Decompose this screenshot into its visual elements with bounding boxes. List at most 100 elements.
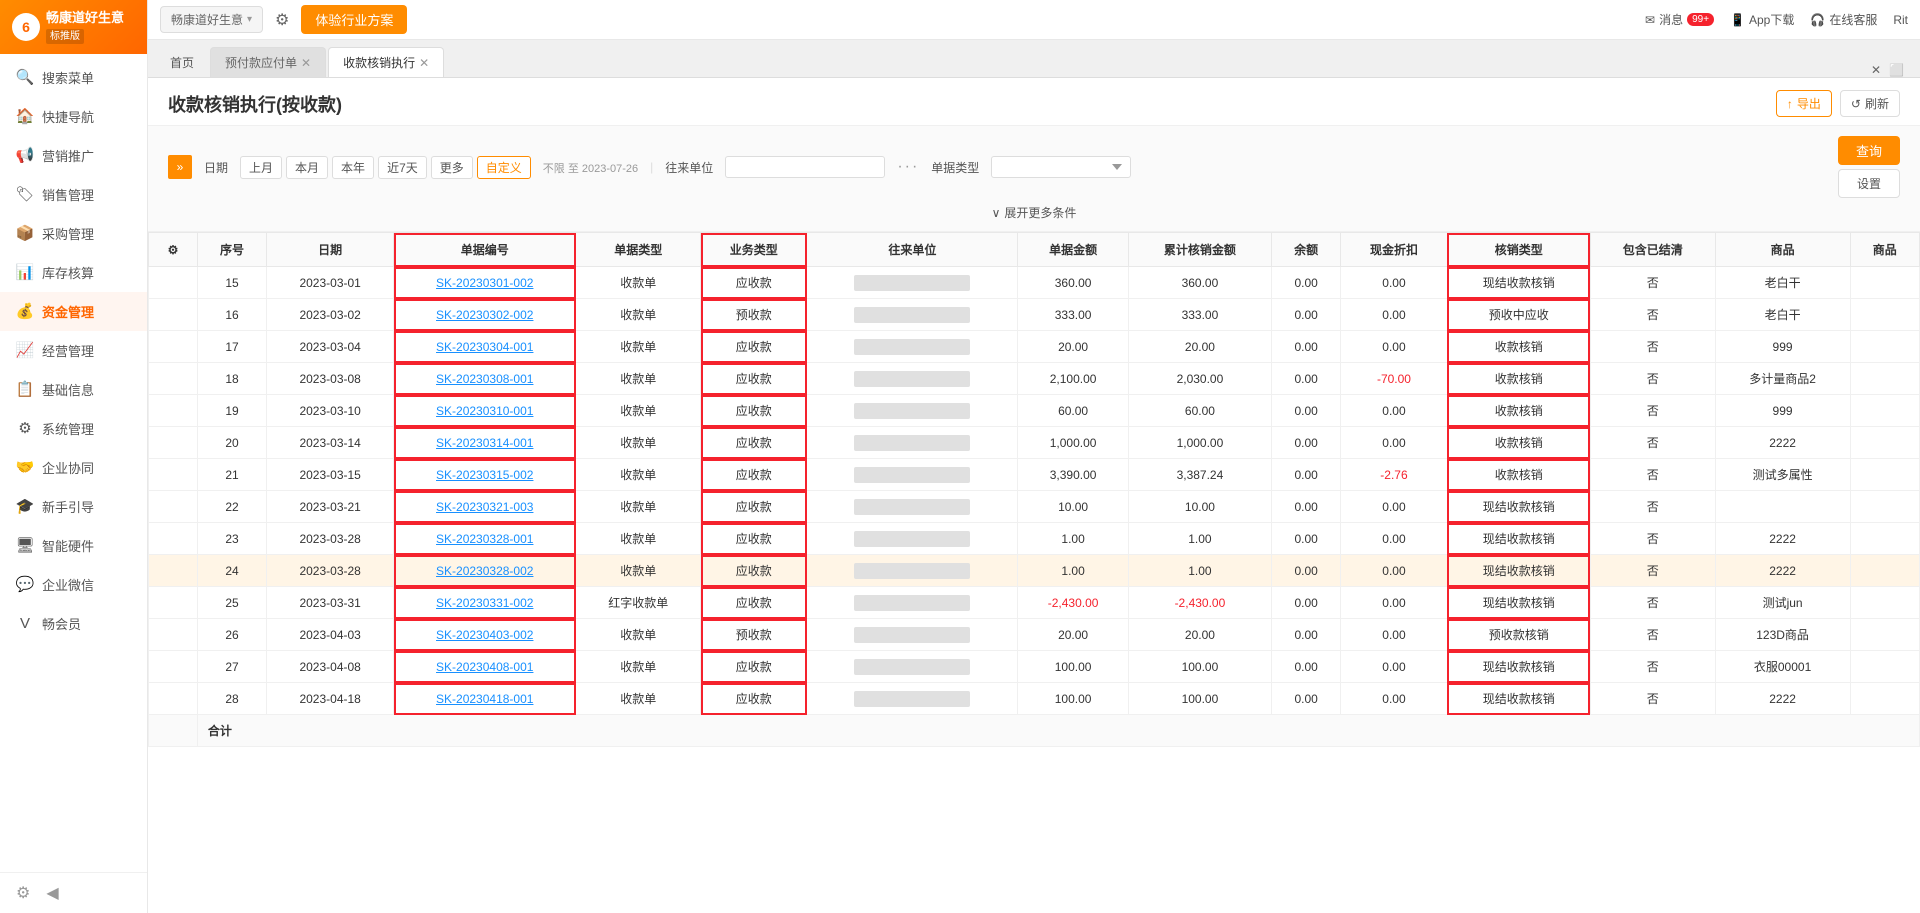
logo-text: 畅康道好生意 标推版 [46,10,124,44]
cell-totalcancel: -2,430.00 [1128,587,1271,619]
table-header: ⚙ 序号 日期 单据编号 单据类型 业务类型 往来单位 单据金额 累计核销金额 … [149,233,1920,267]
bill-no-link[interactable]: SK-20230408-001 [436,660,533,674]
sidebar-item-purchase[interactable]: 📦采购管理 [0,214,147,253]
app-download-button[interactable]: 📱 App下载 [1730,11,1794,28]
date-btn-this-year[interactable]: 本年 [332,156,374,179]
bill-no-link[interactable]: SK-20230315-002 [436,468,533,482]
cell-balance: 0.00 [1272,587,1341,619]
bill-no-link[interactable]: SK-20230418-001 [436,692,533,706]
solution-button[interactable]: 体验行业方案 [301,5,407,34]
sidebar-item-search[interactable]: 🔍搜索菜单 [0,58,147,97]
cell-includesettled: 否 [1590,683,1715,715]
cell-totalcancel: 360.00 [1128,267,1271,299]
col-includesettled-header: 包含已结清 [1590,233,1715,267]
date-btn-last-month[interactable]: 上月 [240,156,282,179]
cell-cashdiscount: 0.00 [1341,683,1447,715]
more-filter-icon[interactable]: ··· [897,158,919,176]
bill-no-link[interactable]: SK-20230310-001 [436,404,533,418]
sidebar-item-wechat[interactable]: 💬企业微信 [0,565,147,604]
cell-partner: ████████ [807,555,1018,587]
settings-icon[interactable]: ⚙ [275,10,289,30]
sidebar-menu: 🔍搜索菜单🏠快捷导航📢营销推广🏷销售管理📦采购管理📊库存核算💰资金管理📈经营管理… [0,54,147,872]
sidebar-item-finance[interactable]: 💰资金管理 [0,292,147,331]
cell-partner: ████████ [807,651,1018,683]
cell-cashdiscount: 0.00 [1341,299,1447,331]
cell-billno: SK-20230315-002 [394,459,576,491]
bill-no-link[interactable]: SK-20230321-003 [436,500,533,514]
cell-goods2 [1850,427,1919,459]
cell-goods2 [1850,619,1919,651]
tab-collection[interactable]: 收款核销执行✕ [328,47,444,77]
user-name[interactable]: Rit [1893,13,1908,27]
refresh-button[interactable]: ↺ 刷新 [1840,90,1900,117]
cell-no: 18 [197,363,266,395]
cell-canceltype: 现结收款核销 [1447,555,1590,587]
partner-label: 往来单位 [665,159,713,176]
filter-settings-button[interactable]: 设置 [1838,169,1900,198]
bill-no-link[interactable]: SK-20230301-002 [436,276,533,290]
tab-close-collection[interactable]: ✕ [419,56,429,70]
cell-canceltype: 现结收款核销 [1447,523,1590,555]
expand-filter-button[interactable]: ∨ 展开更多条件 [992,204,1077,221]
sidebar-icon-marketing: 📢 [16,146,34,164]
query-button[interactable]: 查询 [1838,136,1900,165]
cell-billno: SK-20230321-003 [394,491,576,523]
cell-no: 26 [197,619,266,651]
bill-no-link[interactable]: SK-20230403-002 [436,628,533,642]
cell-goods: 老白干 [1715,267,1850,299]
bill-no-link[interactable]: SK-20230304-001 [436,340,533,354]
message-button[interactable]: ✉ 消息 99+ [1645,11,1714,28]
tab-home[interactable]: 首页 [156,48,208,77]
bill-no-link[interactable]: SK-20230328-002 [436,564,533,578]
sidebar-item-quicknav[interactable]: 🏠快捷导航 [0,97,147,136]
cell-partner: ████████ [807,683,1018,715]
tab-label-preorder: 预付款应付单 [225,54,297,71]
date-btn-more[interactable]: 更多 [431,156,473,179]
date-btn-7days[interactable]: 近7天 [378,156,427,179]
bill-no-link[interactable]: SK-20230302-002 [436,308,533,322]
cell-includesettled: 否 [1590,651,1715,683]
topbar: 畅康道好生意 ▾ ⚙ 体验行业方案 ✉ 消息 99+ 📱 App下载 🎧 在线客… [148,0,1920,40]
sidebar-icon-member: V [16,614,34,632]
date-label: 日期 [204,159,228,176]
partner-input[interactable] [725,156,885,178]
sidebar-item-operation[interactable]: 📈经营管理 [0,331,147,370]
sidebar-item-guide[interactable]: 🎓新手引导 [0,487,147,526]
bill-no-link[interactable]: SK-20230314-001 [436,436,533,450]
cell-billtype: 收款单 [576,299,701,331]
col-settings-header[interactable]: ⚙ [149,233,198,267]
sidebar-collapse-icon[interactable]: ◀ [46,883,58,903]
bill-no-link[interactable]: SK-20230331-002 [436,596,533,610]
tab-preorder[interactable]: 预付款应付单 ✕ [210,47,326,77]
sidebar-item-sales[interactable]: 🏷销售管理 [0,175,147,214]
tab-close-preorder[interactable]: ✕ [301,56,311,70]
window-maximize-icon[interactable]: ⬜ [1889,63,1904,77]
cell-no: 19 [197,395,266,427]
app-selector-text: 畅康道好生意 [171,11,243,28]
service-button[interactable]: 🎧 在线客服 [1810,11,1877,28]
date-btn-this-month[interactable]: 本月 [286,156,328,179]
cell-balance: 0.00 [1272,459,1341,491]
table-row: 28 2023-04-18 SK-20230418-001 收款单 应收款 ██… [149,683,1920,715]
app-selector[interactable]: 畅康道好生意 ▾ [160,6,263,33]
window-close-icon[interactable]: ✕ [1871,63,1881,77]
sidebar-item-inventory[interactable]: 📊库存核算 [0,253,147,292]
export-button[interactable]: ↑ 导出 [1776,90,1832,117]
sidebar-item-system[interactable]: ⚙系统管理 [0,409,147,448]
sidebar-item-member[interactable]: V畅会员 [0,604,147,643]
sidebar-item-marketing[interactable]: 📢营销推广 [0,136,147,175]
tab-label-home: 首页 [170,54,194,71]
bill-type-select[interactable] [991,156,1131,178]
sidebar-item-basic[interactable]: 📋基础信息 [0,370,147,409]
sidebar-settings-icon[interactable]: ⚙ [16,883,30,903]
sidebar-label-operation: 经营管理 [42,341,94,360]
bill-no-link[interactable]: SK-20230308-001 [436,372,533,386]
date-btn-custom[interactable]: 自定义 [477,156,531,179]
sidebar-item-hardware[interactable]: 🖥智能硬件 [0,526,147,565]
cell-cashdiscount: 0.00 [1341,267,1447,299]
sidebar-label-quicknav: 快捷导航 [42,107,94,126]
cell-amount: 360.00 [1018,267,1128,299]
bill-no-link[interactable]: SK-20230328-001 [436,532,533,546]
filter-toggle-button[interactable]: » [168,155,192,179]
sidebar-item-enterprise[interactable]: 🤝企业协同 [0,448,147,487]
